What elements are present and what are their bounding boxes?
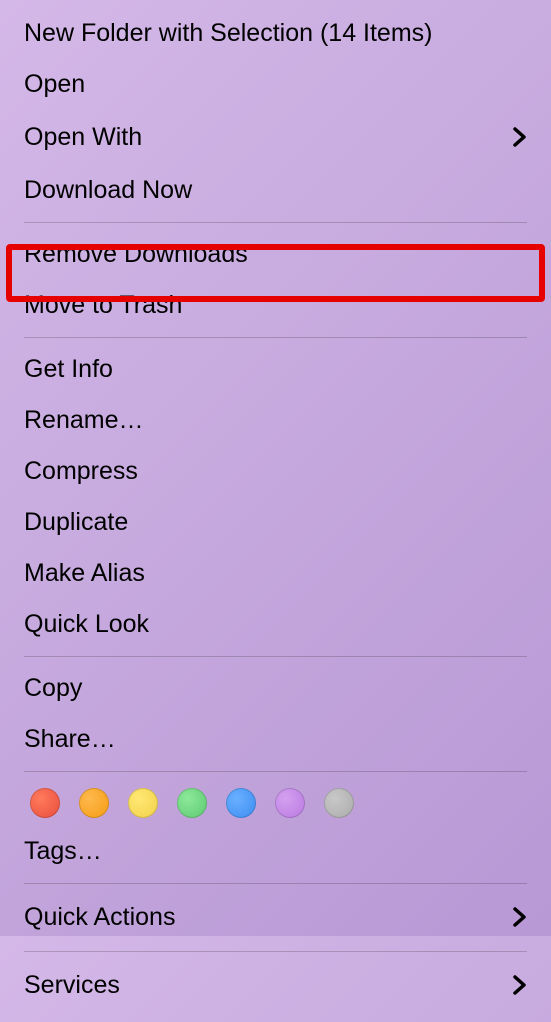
menu-item-label: Download Now <box>24 173 527 208</box>
menu-item-remove-downloads[interactable]: Remove Downloads <box>0 229 551 280</box>
menu-item-quick-look[interactable]: Quick Look <box>0 599 551 650</box>
menu-item-label: Move to Trash <box>24 288 527 323</box>
menu-item-label: Get Info <box>24 352 527 387</box>
menu-item-label: Make Alias <box>24 556 527 591</box>
menu-item-label: Share… <box>24 722 527 757</box>
menu-item-rename[interactable]: Rename… <box>0 395 551 446</box>
menu-item-tags[interactable]: Tags… <box>0 826 551 877</box>
menu-item-copy[interactable]: Copy <box>0 663 551 714</box>
menu-item-share[interactable]: Share… <box>0 714 551 765</box>
menu-item-new-folder-selection[interactable]: New Folder with Selection (14 Items) <box>0 8 551 59</box>
menu-item-services[interactable]: Services <box>0 958 551 1013</box>
tag-color-green[interactable] <box>177 788 207 818</box>
menu-item-download-now[interactable]: Download Now <box>0 165 551 216</box>
tag-color-row <box>0 778 551 826</box>
menu-item-label: Quick Actions <box>24 900 505 935</box>
menu-item-get-info[interactable]: Get Info <box>0 344 551 395</box>
menu-item-label: Rename… <box>24 403 527 438</box>
menu-item-move-to-trash[interactable]: Move to Trash <box>0 280 551 331</box>
tag-color-blue[interactable] <box>226 788 256 818</box>
menu-item-label: New Folder with Selection (14 Items) <box>24 16 527 51</box>
menu-item-quick-actions[interactable]: Quick Actions <box>0 890 551 945</box>
menu-item-label: Duplicate <box>24 505 527 540</box>
menu-item-make-alias[interactable]: Make Alias <box>0 548 551 599</box>
menu-item-open-with[interactable]: Open With <box>0 110 551 165</box>
menu-divider <box>24 951 527 952</box>
menu-divider <box>24 771 527 772</box>
menu-item-duplicate[interactable]: Duplicate <box>0 497 551 548</box>
menu-item-label: Remove Downloads <box>24 237 527 272</box>
tag-color-yellow[interactable] <box>128 788 158 818</box>
menu-item-label: Open <box>24 67 527 102</box>
menu-item-label: Compress <box>24 454 527 489</box>
menu-item-label: Quick Look <box>24 607 527 642</box>
tag-color-red[interactable] <box>30 788 60 818</box>
menu-divider <box>24 222 527 223</box>
menu-item-label: Copy <box>24 671 527 706</box>
chevron-right-icon <box>513 966 527 1005</box>
tag-color-gray[interactable] <box>324 788 354 818</box>
chevron-right-icon <box>513 898 527 937</box>
menu-item-compress[interactable]: Compress <box>0 446 551 497</box>
chevron-right-icon <box>513 118 527 157</box>
menu-divider <box>24 883 527 884</box>
menu-item-label: Services <box>24 968 505 1003</box>
context-menu: New Folder with Selection (14 Items) Ope… <box>0 0 551 1022</box>
menu-item-open[interactable]: Open <box>0 59 551 110</box>
menu-divider <box>24 656 527 657</box>
tag-color-purple[interactable] <box>275 788 305 818</box>
menu-divider <box>24 337 527 338</box>
tag-color-orange[interactable] <box>79 788 109 818</box>
menu-item-label: Open With <box>24 120 505 155</box>
menu-item-label: Tags… <box>24 834 527 869</box>
